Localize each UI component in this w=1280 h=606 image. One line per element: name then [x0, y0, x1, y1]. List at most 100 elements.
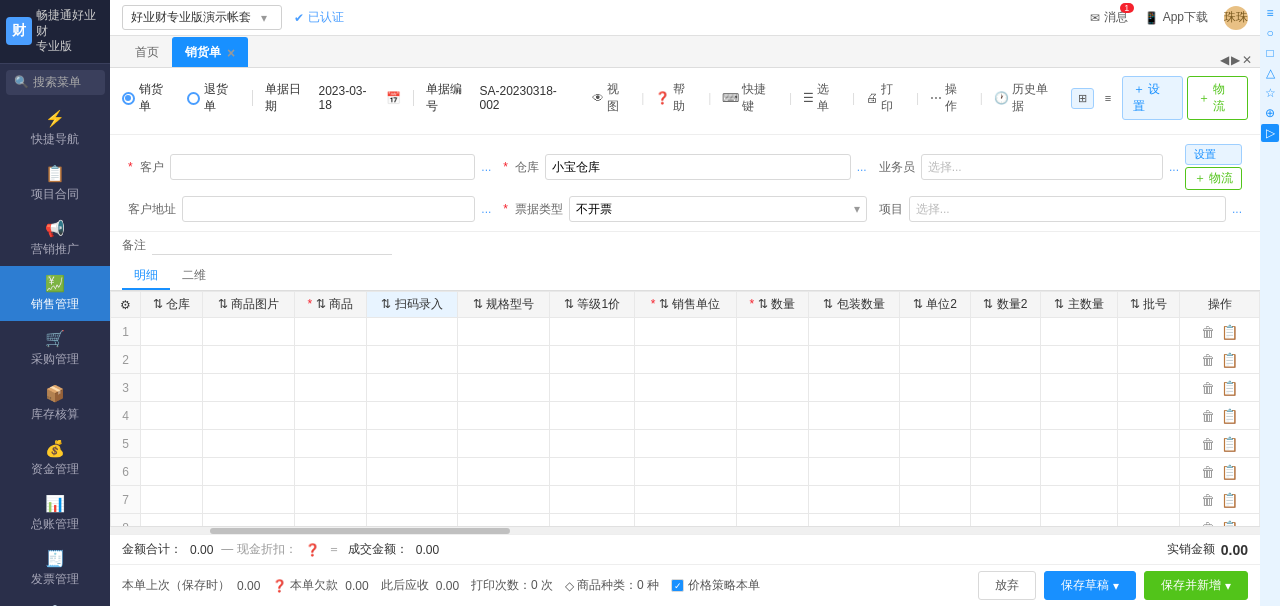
row-product-img[interactable] [203, 486, 295, 514]
row-product-img[interactable] [203, 514, 295, 527]
row-batch[interactable] [1117, 402, 1179, 430]
sort-icon[interactable]: ⇅ [153, 297, 163, 311]
row-sales-unit[interactable] [635, 346, 737, 374]
row-warehouse[interactable] [141, 458, 203, 486]
row-pack-qty[interactable] [808, 486, 900, 514]
row-product[interactable] [294, 430, 366, 458]
sidebar-item-purchase[interactable]: 🛒 采购管理 [0, 321, 110, 376]
history-button[interactable]: 🕐 历史单据 [987, 77, 1067, 119]
row-batch[interactable] [1117, 374, 1179, 402]
th-settings[interactable]: ⚙ [111, 292, 141, 318]
row-unit2[interactable] [900, 458, 970, 486]
sort-icon[interactable]: ⇅ [1054, 297, 1064, 311]
chevron-down-icon[interactable]: ▾ [1225, 579, 1231, 593]
row-pack-qty[interactable] [808, 318, 900, 346]
sort-icon[interactable]: ⇅ [381, 297, 391, 311]
sub-tab-detail[interactable]: 明细 [122, 263, 170, 290]
tab-next-icon[interactable]: ▶ [1231, 53, 1240, 67]
row-sales-unit[interactable] [635, 514, 737, 527]
row-qty2[interactable] [970, 514, 1040, 527]
row-batch[interactable] [1117, 430, 1179, 458]
copy-icon[interactable]: 📋 [1221, 380, 1238, 396]
delete-icon[interactable]: 🗑 [1201, 492, 1215, 508]
chevron-down-icon[interactable]: ▾ [1113, 579, 1119, 593]
row-price1[interactable] [550, 318, 635, 346]
sort-icon[interactable]: ⇅ [823, 297, 833, 311]
row-quantity[interactable] [736, 318, 808, 346]
row-product[interactable] [294, 346, 366, 374]
row-product-img[interactable] [203, 458, 295, 486]
customer-input[interactable] [170, 154, 476, 180]
row-price1[interactable] [550, 486, 635, 514]
row-quantity[interactable] [736, 374, 808, 402]
row-sales-unit[interactable] [635, 430, 737, 458]
rp-icon-4[interactable]: △ [1261, 64, 1279, 82]
row-quantity[interactable] [736, 402, 808, 430]
delete-icon[interactable]: 🗑 [1201, 324, 1215, 340]
row-batch-import[interactable] [366, 402, 458, 430]
sidebar-item-finance[interactable]: 💰 资金管理 [0, 431, 110, 486]
row-qty2[interactable] [970, 430, 1040, 458]
date-value[interactable]: 2023-03-18 [318, 84, 379, 112]
address-input[interactable] [182, 196, 475, 222]
tab-close-all-icon[interactable]: ✕ [1242, 53, 1252, 67]
row-batch[interactable] [1117, 458, 1179, 486]
row-unit2[interactable] [900, 346, 970, 374]
horizontal-scrollbar[interactable] [110, 526, 1260, 534]
row-unit2[interactable] [900, 514, 970, 527]
row-batch[interactable] [1117, 346, 1179, 374]
sidebar-item-inventory[interactable]: 📦 库存核算 [0, 376, 110, 431]
set-button[interactable]: ＋ 设置 [1122, 76, 1183, 120]
select-button[interactable]: ☰ 选单 [796, 77, 848, 119]
row-spec[interactable] [458, 346, 550, 374]
row-batch-import[interactable] [366, 346, 458, 374]
add-logistics-button[interactable]: ＋ 物流 [1187, 76, 1248, 120]
row-main-qty[interactable] [1040, 346, 1117, 374]
row-batch-import[interactable] [366, 514, 458, 527]
row-spec[interactable] [458, 458, 550, 486]
row-batch[interactable] [1117, 514, 1179, 527]
rp-icon-1[interactable]: ≡ [1261, 4, 1279, 22]
row-price1[interactable] [550, 346, 635, 374]
sidebar-item-marketing[interactable]: 📢 营销推广 [0, 211, 110, 266]
row-main-qty[interactable] [1040, 430, 1117, 458]
row-product-img[interactable] [203, 318, 295, 346]
copy-icon[interactable]: 📋 [1221, 324, 1238, 340]
view-button[interactable]: 👁 视图 [585, 77, 638, 119]
row-qty2[interactable] [970, 346, 1040, 374]
row-product[interactable] [294, 486, 366, 514]
row-unit2[interactable] [900, 430, 970, 458]
row-product[interactable] [294, 374, 366, 402]
copy-icon[interactable]: 📋 [1221, 492, 1238, 508]
shortcut-button[interactable]: ⌨ 快捷键 [715, 77, 785, 119]
sidebar-item-accounting[interactable]: 📊 总账管理 [0, 486, 110, 541]
salesperson-more-icon[interactable]: ... [1169, 160, 1179, 174]
row-batch[interactable] [1117, 486, 1179, 514]
row-sales-unit[interactable] [635, 458, 737, 486]
row-unit2[interactable] [900, 318, 970, 346]
row-quantity[interactable] [736, 514, 808, 527]
delete-icon[interactable]: 🗑 [1201, 408, 1215, 424]
note-input[interactable] [152, 236, 392, 255]
row-quantity[interactable] [736, 486, 808, 514]
row-spec[interactable] [458, 402, 550, 430]
row-spec[interactable] [458, 374, 550, 402]
scrollbar-thumb[interactable] [210, 528, 510, 534]
sort-icon[interactable]: ⇅ [564, 297, 574, 311]
add-action-button[interactable]: ＋物流 [1185, 167, 1242, 190]
rp-icon-6[interactable]: ⊕ [1261, 104, 1279, 122]
delete-icon[interactable]: 🗑 [1201, 436, 1215, 452]
warehouse-input[interactable]: 小宝仓库 [545, 154, 851, 180]
row-product-img[interactable] [203, 402, 295, 430]
row-product[interactable] [294, 458, 366, 486]
sort-icon[interactable]: ⇅ [758, 297, 768, 311]
sidebar-item-project[interactable]: 📋 项目合同 [0, 156, 110, 211]
row-sales-unit[interactable] [635, 318, 737, 346]
customer-more-icon[interactable]: ... [481, 160, 491, 174]
row-warehouse[interactable] [141, 430, 203, 458]
radio-sales-order[interactable]: 销货单 [122, 81, 175, 115]
print-button[interactable]: 🖨 打印 [859, 77, 912, 119]
set-action-button[interactable]: 设置 [1185, 144, 1242, 165]
delete-icon[interactable]: 🗑 [1201, 352, 1215, 368]
calendar-icon[interactable]: 📅 [386, 91, 401, 105]
